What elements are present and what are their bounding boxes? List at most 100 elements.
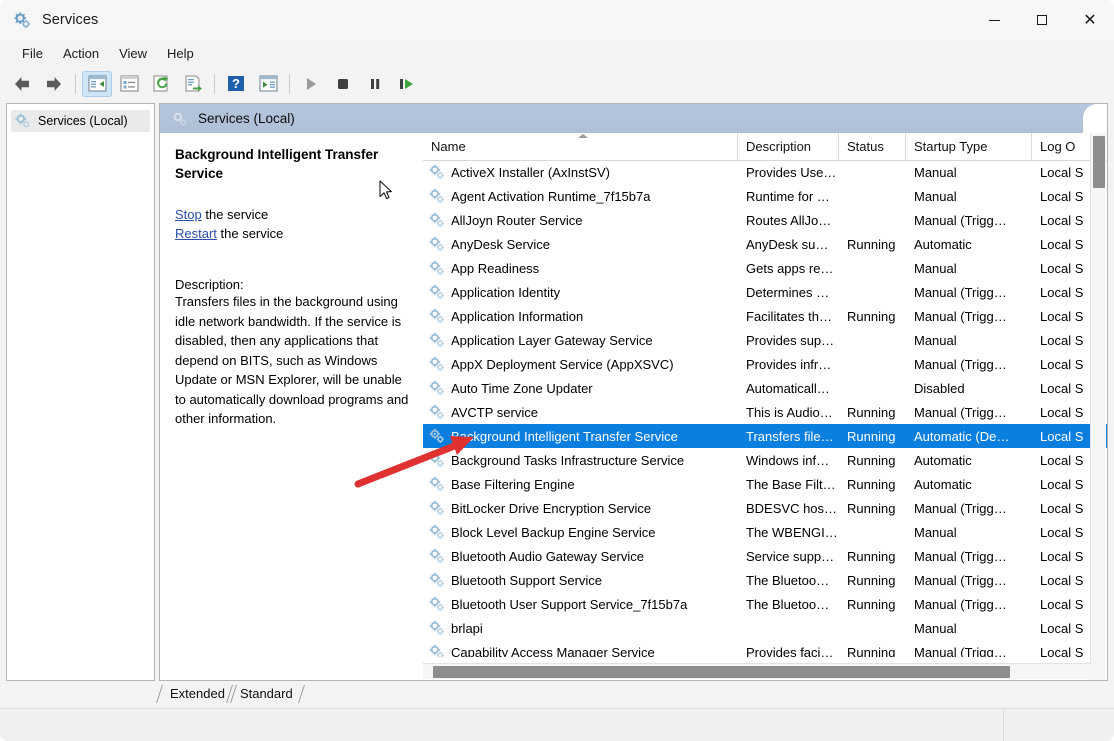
help-button[interactable]: ? bbox=[221, 71, 251, 97]
description-text: Transfers files in the background using … bbox=[175, 294, 409, 426]
table-row[interactable]: brlapi Manual Local S bbox=[423, 616, 1107, 640]
cell-name: AVCTP service bbox=[423, 404, 738, 420]
table-row[interactable]: Background Tasks Infrastructure Service W… bbox=[423, 448, 1107, 472]
back-button[interactable] bbox=[7, 71, 37, 97]
window-controls: ✕ bbox=[970, 0, 1114, 40]
vertical-scrollbar-thumb[interactable] bbox=[1093, 136, 1105, 188]
column-header-status[interactable]: Status bbox=[839, 133, 906, 160]
show-hide-tree-button[interactable] bbox=[82, 70, 112, 97]
table-row[interactable]: Bluetooth Support Service The Bluetoo… Run… bbox=[423, 568, 1107, 592]
refresh-button[interactable] bbox=[146, 71, 176, 97]
cell-startup-type: Manual (Trigg… bbox=[914, 572, 1007, 588]
menu-file[interactable]: File bbox=[12, 43, 53, 64]
table-row[interactable]: Background Intelligent Transfer Service T… bbox=[423, 424, 1107, 448]
tab-standard[interactable]: Standard bbox=[226, 685, 305, 703]
pane-header-title: Services (Local) bbox=[198, 111, 295, 126]
menu-help[interactable]: Help bbox=[157, 43, 204, 64]
service-gear-icon bbox=[429, 164, 445, 180]
properties-button[interactable] bbox=[114, 71, 144, 97]
vertical-scrollbar[interactable] bbox=[1090, 133, 1106, 680]
table-row[interactable]: AnyDesk Service AnyDesk su… Running Automat… bbox=[423, 232, 1107, 256]
forward-button[interactable] bbox=[39, 71, 69, 97]
service-name-label: Capability Access Manager Service bbox=[451, 644, 655, 658]
table-row[interactable]: Bluetooth User Support Service_7f15b7a Th… bbox=[423, 592, 1107, 616]
cell-name: Background Tasks Infrastructure Service bbox=[423, 452, 738, 468]
description-label: Description: bbox=[175, 277, 244, 292]
properties-icon bbox=[120, 75, 138, 92]
horizontal-scrollbar[interactable] bbox=[423, 663, 1091, 679]
service-name-label: Application Identity bbox=[451, 284, 561, 300]
table-row[interactable]: Auto Time Zone Updater Automaticall… Disab… bbox=[423, 376, 1107, 400]
cell-status: Running bbox=[847, 596, 896, 612]
table-row[interactable]: Application Information Facilitates th… Ru… bbox=[423, 304, 1107, 328]
sidebar-item-services-local[interactable]: Services (Local) bbox=[11, 110, 150, 132]
cell-name: Application Layer Gateway Service bbox=[423, 332, 738, 348]
table-row[interactable]: Base Filtering Engine The Base Filt… Runni… bbox=[423, 472, 1107, 496]
horizontal-scrollbar-thumb[interactable] bbox=[433, 666, 1010, 678]
service-gear-icon bbox=[429, 308, 445, 324]
service-name-label: Background Intelligent Transfer Service bbox=[451, 428, 678, 444]
table-row[interactable]: App Readiness Gets apps re… Manual Local S bbox=[423, 256, 1107, 280]
cell-description: Gets apps re… bbox=[746, 260, 834, 276]
service-name-label: ActiveX Installer (AxInstSV) bbox=[451, 164, 610, 180]
cell-description: Facilitates th… bbox=[746, 308, 832, 324]
service-gear-icon bbox=[429, 500, 445, 516]
stop-service-line: Stop the service bbox=[175, 205, 409, 224]
column-header-startup-type[interactable]: Startup Type bbox=[906, 133, 1032, 160]
pause-service-button[interactable] bbox=[360, 71, 390, 97]
table-row[interactable]: AllJoyn Router Service Routes AllJo… Manua… bbox=[423, 208, 1107, 232]
restart-service-button[interactable] bbox=[392, 71, 422, 97]
minimize-button[interactable] bbox=[970, 0, 1018, 40]
maximize-icon bbox=[1037, 15, 1047, 25]
service-gear-icon bbox=[429, 332, 445, 348]
menu-view[interactable]: View bbox=[109, 43, 157, 64]
cell-startup-type: Manual bbox=[914, 332, 957, 348]
cell-description: Provides infr… bbox=[746, 356, 832, 372]
stop-service-button[interactable] bbox=[328, 71, 358, 97]
table-row[interactable]: Capability Access Manager Service Provide… bbox=[423, 640, 1107, 657]
service-name-label: Application Information bbox=[451, 308, 584, 324]
tab-standard-label: Standard bbox=[239, 686, 293, 701]
cell-startup-type: Automatic bbox=[914, 452, 972, 468]
table-row[interactable]: Agent Activation Runtime_7f15b7a Runtime … bbox=[423, 184, 1107, 208]
table-row[interactable]: Application Identity Determines … Manual (… bbox=[423, 280, 1107, 304]
service-gear-icon bbox=[429, 476, 445, 492]
restart-service-link[interactable]: Restart bbox=[175, 226, 217, 241]
arrow-left-icon bbox=[15, 76, 29, 91]
table-row[interactable]: ActiveX Installer (AxInstSV) Provides Use… bbox=[423, 160, 1107, 184]
help-question-icon: ? bbox=[228, 76, 244, 91]
service-gear-icon bbox=[429, 236, 445, 252]
console-tree-icon bbox=[88, 75, 106, 92]
service-gear-icon bbox=[429, 428, 445, 444]
table-row[interactable]: Block Level Backup Engine Service The WBE… bbox=[423, 520, 1107, 544]
cell-startup-type: Manual (Trigg… bbox=[914, 212, 1007, 228]
maximize-button[interactable] bbox=[1018, 0, 1066, 40]
cell-name: Application Identity bbox=[423, 284, 738, 300]
menu-action[interactable]: Action bbox=[53, 43, 109, 64]
table-row[interactable]: AVCTP service This is Audio… Running Manual… bbox=[423, 400, 1107, 424]
table-row[interactable]: Application Layer Gateway Service Provide… bbox=[423, 328, 1107, 352]
table-row[interactable]: AppX Deployment Service (AppXSVC) Provide… bbox=[423, 352, 1107, 376]
cell-status: Running bbox=[847, 500, 896, 516]
cell-startup-type: Automatic bbox=[914, 476, 972, 492]
sidebar-item-label: Services (Local) bbox=[38, 114, 128, 128]
service-name-label: Bluetooth User Support Service_7f15b7a bbox=[451, 596, 688, 612]
service-name-label: BitLocker Drive Encryption Service bbox=[451, 500, 652, 516]
column-header-description[interactable]: Description bbox=[738, 133, 839, 160]
tab-extended[interactable]: Extended bbox=[156, 685, 237, 703]
service-gear-icon bbox=[429, 356, 445, 372]
services-gear-icon bbox=[172, 111, 188, 127]
cell-status: Running bbox=[847, 548, 896, 564]
close-button[interactable]: ✕ bbox=[1066, 0, 1114, 40]
toolbar-separator bbox=[75, 73, 76, 94]
stop-service-link[interactable]: Stop bbox=[175, 207, 202, 222]
export-list-button[interactable] bbox=[178, 71, 208, 97]
start-service-button[interactable] bbox=[296, 71, 326, 97]
column-header-name[interactable]: Name bbox=[423, 133, 738, 160]
main-split: Services (Local) Services (Local) Backgr… bbox=[6, 103, 1108, 681]
table-row[interactable]: BitLocker Drive Encryption Service BDESVC… bbox=[423, 496, 1107, 520]
table-row[interactable]: Bluetooth Audio Gateway Service Service s… bbox=[423, 544, 1107, 568]
service-gear-icon bbox=[429, 596, 445, 612]
show-action-pane-button[interactable] bbox=[253, 71, 283, 97]
title-bar: Services ✕ bbox=[0, 0, 1114, 40]
